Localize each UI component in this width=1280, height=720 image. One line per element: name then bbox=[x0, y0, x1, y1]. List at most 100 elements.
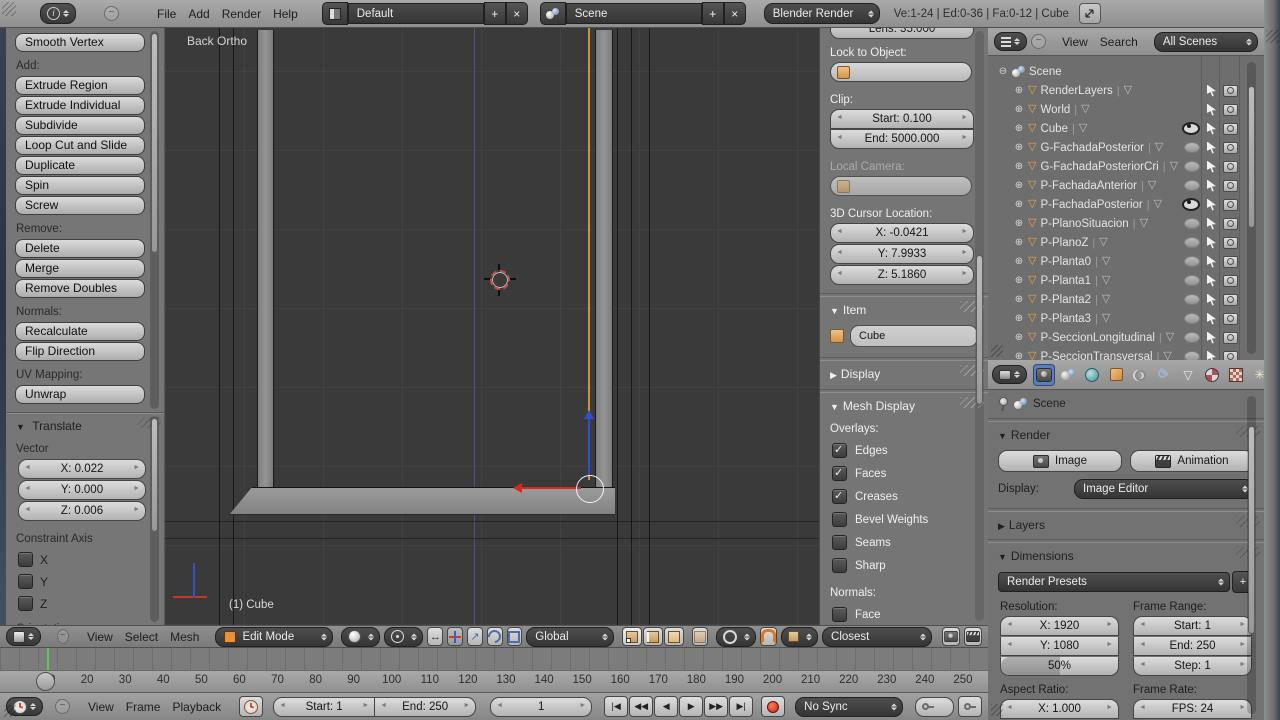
playback-button[interactable]: ▶ bbox=[679, 696, 704, 717]
item-panel-header[interactable]: ▼ Item bbox=[820, 297, 988, 317]
selectability-cursor-icon[interactable] bbox=[1207, 236, 1216, 249]
tool-shelf-scrollbar[interactable] bbox=[150, 31, 159, 409]
display-panel-header[interactable]: ▶ Display bbox=[820, 361, 988, 381]
properties-tab[interactable] bbox=[1129, 364, 1151, 386]
properties-scrollbar[interactable] bbox=[1247, 396, 1256, 714]
visibility-eye-icon[interactable] bbox=[1184, 256, 1200, 267]
visibility-eye-icon[interactable] bbox=[1182, 122, 1200, 135]
current-frame-field[interactable]: ◄ 1 ► bbox=[490, 696, 593, 717]
lens-field-partial[interactable]: Lens: 35.000 bbox=[830, 28, 974, 39]
render-restrict-camera-icon[interactable] bbox=[1223, 84, 1238, 97]
decrement-arrow-icon[interactable]: ◄ bbox=[24, 464, 31, 471]
selectability-cursor-icon[interactable] bbox=[1207, 141, 1216, 154]
aspect-x-field[interactable]: ◄ X: 1.000 ► bbox=[1000, 699, 1119, 719]
visibility-eye-icon[interactable] bbox=[1184, 237, 1200, 248]
selectability-cursor-icon[interactable] bbox=[1207, 350, 1216, 360]
decrement-arrow-icon[interactable]: ◄ bbox=[24, 485, 31, 492]
edge-select-button[interactable] bbox=[643, 627, 664, 646]
add-layout-button[interactable]: + bbox=[483, 2, 506, 25]
expand-icon[interactable]: ⊕ bbox=[1014, 256, 1024, 267]
manipulator-center[interactable] bbox=[576, 475, 604, 503]
keying-set-field[interactable] bbox=[915, 696, 954, 717]
outliner-item-row[interactable]: ⊕ ▽ P-PlanoZ | ▽ bbox=[998, 233, 1264, 252]
render-restrict-camera-icon[interactable] bbox=[1223, 274, 1238, 287]
render-restrict-camera-icon[interactable] bbox=[1223, 198, 1238, 211]
smooth-vertex-button[interactable]: Smooth Vertex bbox=[15, 33, 145, 52]
dimensions-panel-header[interactable]: ▼ Dimensions bbox=[988, 543, 1264, 563]
lock-to-object-field[interactable] bbox=[830, 62, 972, 82]
screen-layout-name-field[interactable]: Default bbox=[347, 3, 484, 24]
scrollbar-thumb[interactable] bbox=[1248, 426, 1255, 634]
render-restrict-camera-icon[interactable] bbox=[1223, 331, 1238, 344]
editor-type-properties-button[interactable] bbox=[992, 365, 1027, 384]
current-frame-knob[interactable] bbox=[36, 672, 55, 691]
sync-dropdown[interactable]: No Sync bbox=[795, 696, 904, 717]
selectability-cursor-icon[interactable] bbox=[1207, 198, 1216, 211]
render-restrict-camera-icon[interactable] bbox=[1223, 179, 1238, 192]
collapse-menus-icon[interactable]: − bbox=[104, 6, 119, 21]
visibility-eye-icon[interactable] bbox=[1184, 275, 1200, 286]
display-filter-dropdown[interactable]: All Scenes bbox=[1153, 31, 1258, 52]
tool-button[interactable]: Flip Direction bbox=[15, 342, 145, 361]
outliner-menu-item[interactable]: View bbox=[1056, 35, 1094, 49]
menubar-item[interactable]: Render bbox=[216, 7, 267, 21]
visibility-eye-icon[interactable] bbox=[1184, 142, 1200, 153]
render-animation-button[interactable]: Animation bbox=[1130, 450, 1254, 472]
vector-number-field[interactable]: ◄ Z: 0.006 ► bbox=[18, 501, 146, 521]
timeline-menu-item[interactable]: Frame bbox=[120, 700, 167, 714]
render-panel-header[interactable]: ▼ Render bbox=[988, 422, 1264, 442]
pivot-align-toggle[interactable]: ↔ bbox=[427, 627, 444, 646]
clip-start-field[interactable]: ◄ Start: 0.100 ► bbox=[830, 109, 974, 129]
expand-icon[interactable]: ⊕ bbox=[1014, 332, 1024, 343]
scene-name-field[interactable]: Scene bbox=[565, 3, 702, 24]
tool-button[interactable]: Duplicate bbox=[15, 156, 145, 175]
render-restrict-camera-icon[interactable] bbox=[1223, 217, 1238, 230]
limit-to-visible-button[interactable] bbox=[692, 627, 709, 646]
render-restrict-camera-icon[interactable] bbox=[1223, 236, 1238, 249]
cursor-coordinate-field[interactable]: ◄ Z: 5.1860 ► bbox=[830, 265, 974, 285]
normals-checkbox[interactable] bbox=[832, 607, 847, 622]
properties-tab[interactable] bbox=[1057, 364, 1079, 386]
tool-button[interactable]: Delete bbox=[15, 239, 145, 258]
frame-step-field[interactable]: ◄ Step: 1 ► bbox=[1133, 657, 1252, 676]
timeline-menu-item[interactable]: Playback bbox=[166, 700, 227, 714]
n-panel-scrollbar[interactable] bbox=[975, 31, 984, 621]
render-restrict-camera-icon[interactable] bbox=[1223, 160, 1238, 173]
tool-button[interactable]: Remove Doubles bbox=[15, 279, 145, 298]
properties-tab[interactable] bbox=[1081, 364, 1103, 386]
increment-arrow-icon[interactable]: ► bbox=[133, 464, 140, 471]
proportional-edit-dropdown[interactable] bbox=[716, 626, 757, 647]
layers-panel-header[interactable]: ▶ Layers bbox=[988, 512, 1264, 532]
corner-grip[interactable] bbox=[4, 705, 16, 717]
overlay-checkbox[interactable] bbox=[832, 558, 847, 573]
item-name-field[interactable]: Cube bbox=[850, 325, 978, 347]
outliner-scrollbar[interactable] bbox=[1247, 62, 1256, 354]
outliner-item-row[interactable]: ⊕ ▽ RenderLayers | ▽ bbox=[998, 81, 1264, 100]
overlay-checkbox[interactable] bbox=[832, 443, 847, 458]
frame-end-field[interactable]: ◄ End: 250 ► bbox=[1133, 637, 1252, 656]
overlay-checkbox[interactable] bbox=[832, 466, 847, 481]
cursor-coordinate-field[interactable]: ◄ X: -0.0421 ► bbox=[830, 223, 974, 243]
selectability-cursor-icon[interactable] bbox=[1207, 217, 1216, 230]
menubar-item[interactable]: File bbox=[151, 7, 182, 21]
window-grip[interactable] bbox=[2, 2, 16, 16]
scrollbar-thumb[interactable] bbox=[976, 255, 983, 405]
properties-tab[interactable] bbox=[1153, 364, 1175, 386]
viewport-menu-item[interactable]: View bbox=[81, 630, 119, 644]
delete-layout-button[interactable]: × bbox=[505, 2, 528, 25]
mesh-display-panel-header[interactable]: ▼ Mesh Display bbox=[820, 393, 988, 413]
tool-button[interactable]: Recalculate bbox=[15, 322, 145, 341]
visibility-eye-icon[interactable] bbox=[1184, 294, 1200, 305]
expand-icon[interactable]: ⊕ bbox=[1014, 199, 1024, 210]
translate-panel-header[interactable]: ▼ Translate bbox=[6, 413, 164, 433]
outliner-item-row[interactable]: ⊕ ▽ P-Planta0 | ▽ bbox=[998, 252, 1264, 271]
expand-icon[interactable]: ⊕ bbox=[1014, 237, 1024, 248]
render-opengl-button[interactable] bbox=[942, 627, 961, 646]
corner-grip[interactable] bbox=[991, 345, 1003, 357]
pin-icon[interactable] bbox=[998, 397, 1008, 411]
corner-grip[interactable] bbox=[991, 704, 1003, 716]
tool-button[interactable]: Subdivide bbox=[15, 116, 145, 135]
current-frame-line[interactable] bbox=[47, 648, 49, 670]
resolution-x-field[interactable]: ◄ X: 1920 ► bbox=[1000, 616, 1119, 636]
expand-icon[interactable]: ⊕ bbox=[1014, 351, 1024, 360]
